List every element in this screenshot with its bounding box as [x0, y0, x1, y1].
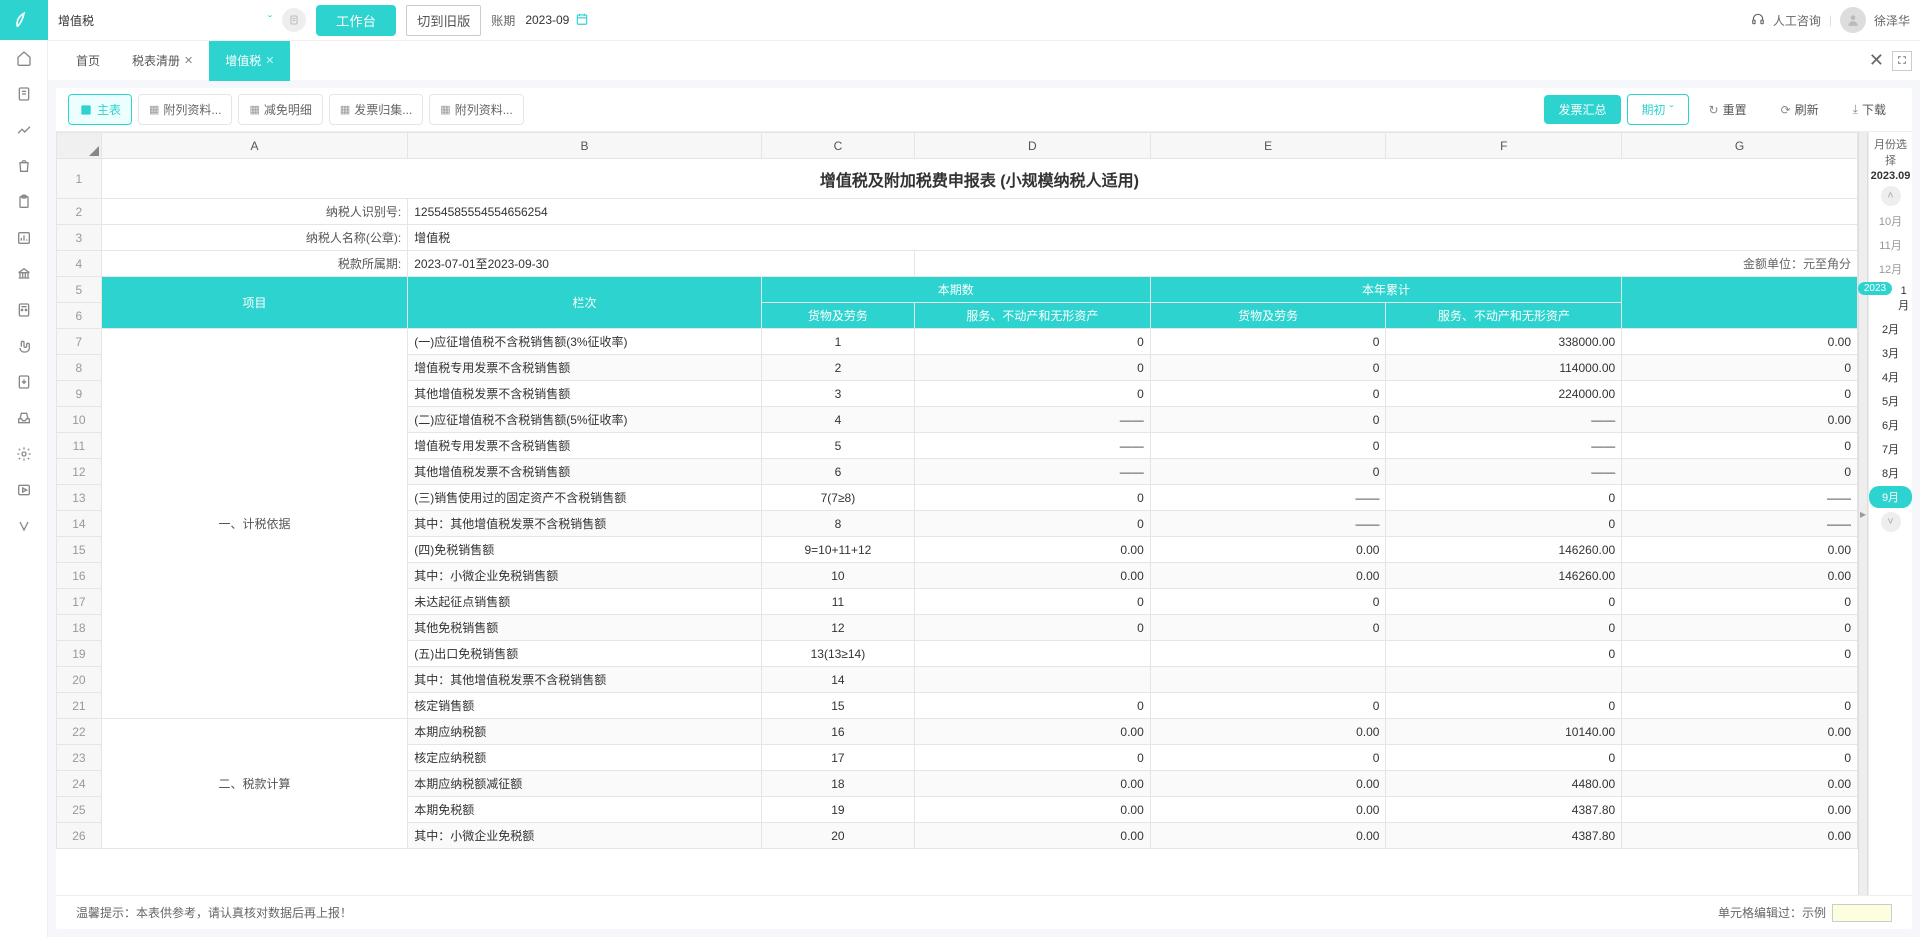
- month-item[interactable]: 11月: [1869, 234, 1912, 256]
- month-item[interactable]: 4月: [1869, 366, 1912, 388]
- user-name: 徐泽华: [1874, 12, 1910, 29]
- nav-clipboard-icon[interactable]: [0, 184, 48, 220]
- tab-1[interactable]: 税表清册✕: [116, 41, 209, 81]
- footer-tip: 温馨提示：本表供参考，请认真核对数据后再上报！: [76, 904, 352, 921]
- table-row[interactable]: 22二、税款计算本期应纳税额160.000.0010140.000.00: [57, 719, 1858, 745]
- month-item[interactable]: 8月: [1869, 462, 1912, 484]
- collapse-handle[interactable]: ▸: [1858, 132, 1868, 895]
- month-item[interactable]: 7月: [1869, 438, 1912, 460]
- circle-doc-icon[interactable]: [282, 8, 306, 32]
- tabs-bar: 首页税表清册✕增值税✕ ✕: [48, 40, 1920, 80]
- period-init-button[interactable]: 期初 ˇ: [1627, 94, 1689, 125]
- nav-settings-icon[interactable]: [0, 436, 48, 472]
- subtabs-bar: 主表▦附列资料...▦减免明细▦发票归集...▦附列资料... 发票汇总 期初 …: [56, 88, 1912, 132]
- reset-icon: ↻: [1709, 103, 1719, 117]
- left-sidebar: [0, 0, 48, 937]
- col-header[interactable]: F: [1386, 133, 1622, 159]
- nav-hand-icon[interactable]: [0, 328, 48, 364]
- subtab-3[interactable]: ▦发票归集...: [329, 94, 423, 125]
- avatar-icon[interactable]: [1840, 7, 1866, 33]
- month-item[interactable]: 6月: [1869, 414, 1912, 436]
- nav-chart-icon[interactable]: [0, 112, 48, 148]
- chevron-down-icon: ˇ: [1670, 103, 1674, 117]
- edit-legend-label: 单元格编辑过：示例: [1718, 904, 1826, 921]
- calendar-icon: [575, 12, 589, 29]
- app-logo: [0, 0, 48, 40]
- footer-bar: 温馨提示：本表供参考，请认真核对数据后再上报！ 单元格编辑过：示例: [56, 895, 1912, 929]
- nav-bag-icon[interactable]: [0, 148, 48, 184]
- month-up-icon[interactable]: ˄: [1881, 186, 1901, 206]
- nav-report-icon[interactable]: [0, 220, 48, 256]
- col-header[interactable]: G: [1622, 133, 1858, 159]
- edit-legend-swatch: [1832, 904, 1892, 922]
- col-header[interactable]: B: [408, 133, 762, 159]
- month-item[interactable]: 1月: [1892, 282, 1912, 316]
- period-value[interactable]: 2023-09: [525, 12, 589, 29]
- consult-link[interactable]: 人工咨询: [1773, 12, 1821, 29]
- nav-video-icon[interactable]: [0, 472, 48, 508]
- tab-0[interactable]: 首页: [60, 41, 116, 81]
- subtab-0[interactable]: 主表: [68, 94, 132, 125]
- col-header[interactable]: C: [761, 133, 914, 159]
- month-year: 2023.09: [1871, 170, 1911, 182]
- grid-corner[interactable]: [57, 133, 102, 159]
- spreadsheet[interactable]: ABCDEFG1增值税及附加税费申报表 (小规模纳税人适用)2纳税人识别号:12…: [56, 132, 1858, 895]
- month-item[interactable]: 12月: [1869, 258, 1912, 280]
- refresh-icon: ⟳: [1781, 103, 1791, 117]
- switch-old-button[interactable]: 切到旧版: [406, 5, 481, 36]
- nav-temple-icon[interactable]: [0, 256, 48, 292]
- download-button[interactable]: ⤓下载: [1839, 95, 1900, 124]
- month-item[interactable]: 9月: [1869, 486, 1912, 508]
- workbench-button[interactable]: 工作台: [316, 5, 396, 36]
- nav-calc-icon[interactable]: [0, 292, 48, 328]
- refresh-button[interactable]: ⟳刷新: [1767, 95, 1833, 124]
- period-label: 账期: [491, 12, 515, 29]
- month-panel: 月份选择 2023.09 ˄ 10月11月12月20231月2月3月4月5月6月…: [1868, 132, 1912, 895]
- sheet-title: 增值税及附加税费申报表 (小规模纳税人适用): [101, 159, 1857, 199]
- nav-export-icon[interactable]: [0, 364, 48, 400]
- invoice-summary-button[interactable]: 发票汇总: [1544, 95, 1620, 124]
- col-header[interactable]: D: [915, 133, 1151, 159]
- month-down-icon[interactable]: ˅: [1881, 512, 1901, 532]
- tab-2[interactable]: 增值税✕: [209, 41, 290, 81]
- col-header[interactable]: A: [101, 133, 407, 159]
- month-item[interactable]: 10月: [1869, 210, 1912, 232]
- subtab-1[interactable]: ▦附列资料...: [138, 94, 232, 125]
- month-item[interactable]: 3月: [1869, 342, 1912, 364]
- nav-inbox-icon[interactable]: [0, 400, 48, 436]
- col-header[interactable]: E: [1150, 133, 1386, 159]
- nav-v-icon[interactable]: [0, 508, 48, 544]
- company-selector[interactable]: 增值税: [58, 12, 258, 29]
- fullscreen-icon[interactable]: [1892, 51, 1912, 71]
- nav-home-icon[interactable]: [0, 40, 48, 76]
- year-tag: 2023: [1858, 282, 1892, 295]
- topbar: 增值税 ˇ 工作台 切到旧版 账期 2023-09 人工咨询 | 徐泽华: [48, 0, 1920, 40]
- close-all-icon[interactable]: ✕: [1869, 50, 1884, 71]
- subtab-4[interactable]: ▦附列资料...: [429, 94, 523, 125]
- download-icon: ⤓: [1853, 102, 1858, 117]
- table-row[interactable]: 7一、计税依据(一)应征增值税不含税销售额(3%征收率)100338000.00…: [57, 329, 1858, 355]
- tab-close-icon[interactable]: ✕: [265, 54, 274, 67]
- company-name: 增值税: [58, 12, 94, 29]
- month-title: 月份选择: [1869, 136, 1912, 168]
- subtab-2[interactable]: ▦减免明细: [238, 94, 322, 125]
- reset-button[interactable]: ↻重置: [1695, 95, 1761, 124]
- chevron-down-icon[interactable]: ˇ: [268, 13, 272, 27]
- tab-close-icon[interactable]: ✕: [184, 54, 193, 67]
- headset-icon: [1751, 12, 1765, 29]
- nav-doc-icon[interactable]: [0, 76, 48, 112]
- month-item[interactable]: 5月: [1869, 390, 1912, 412]
- month-item[interactable]: 2月: [1869, 318, 1912, 340]
